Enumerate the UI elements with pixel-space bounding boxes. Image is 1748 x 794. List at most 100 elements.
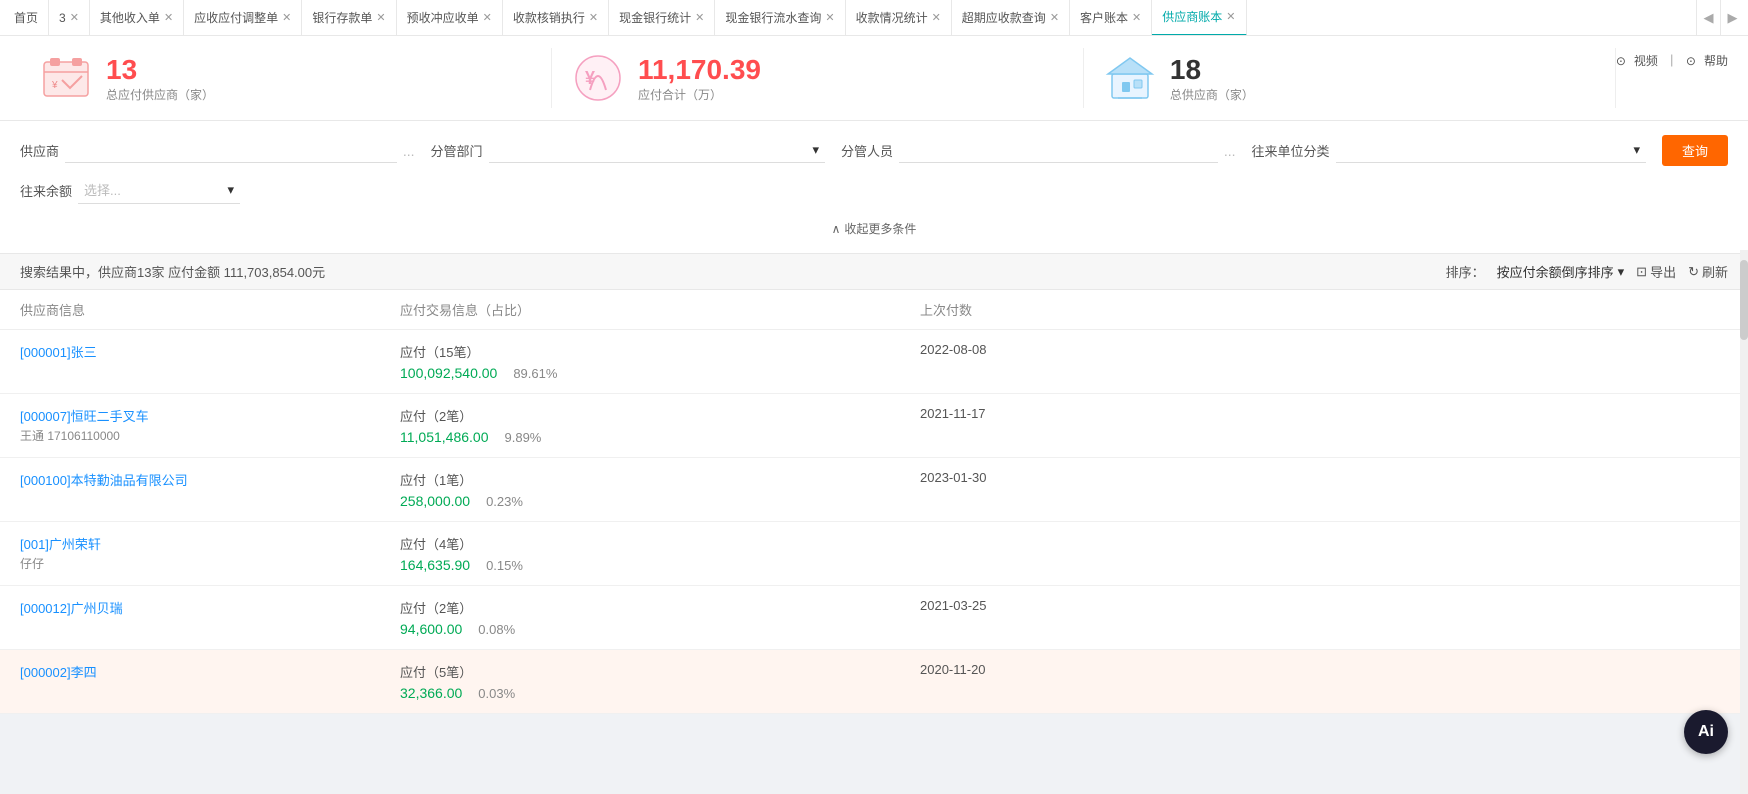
tab-cash-bank-stat[interactable]: 现金银行统计 ✕ — [609, 0, 715, 36]
tab-receipt-exec[interactable]: 收款核销执行 ✕ — [503, 0, 609, 36]
tab-supplier-ledger[interactable]: 供应商账本 ✕ — [1152, 0, 1246, 36]
tab-overdue-query[interactable]: 超期应收款查询 ✕ — [952, 0, 1070, 36]
row6-supplier-link[interactable]: [000002]李四 — [20, 665, 97, 680]
tab-other-income[interactable]: 其他收入单 ✕ — [90, 0, 184, 36]
row1-trans-label: 应付（15笔） — [400, 342, 920, 361]
tab-receipt-stat-close[interactable]: ✕ — [932, 11, 941, 24]
supplier-dots-icon[interactable]: ... — [403, 143, 415, 159]
table-row: [000100]本特勤油品有限公司 应付（1笔） 258,000.00 0.23… — [0, 458, 1748, 522]
row5-supplier-link[interactable]: [000012]广州贝瑞 — [20, 601, 123, 616]
refresh-button[interactable]: ↻ 刷新 — [1688, 262, 1728, 281]
tab-cash-bank-query-close[interactable]: ✕ — [825, 11, 834, 24]
card3-number: 18 — [1170, 53, 1254, 87]
person-dots-icon[interactable]: ... — [1224, 143, 1236, 159]
row5-trans-percent: 0.08% — [478, 622, 515, 637]
scrollbar-thumb[interactable] — [1740, 260, 1748, 340]
table-row: [000012]广州贝瑞 应付（2笔） 94,600.00 0.08% 2021… — [0, 586, 1748, 650]
row6-supplier: [000002]李四 — [20, 662, 400, 681]
video-icon: ⊙ — [1616, 54, 1626, 68]
row4-trans-label: 应付（4笔） — [400, 534, 920, 553]
row4-transaction: 应付（4笔） 164,635.90 0.15% — [400, 534, 920, 573]
export-button[interactable]: ⊡ 导出 — [1636, 262, 1676, 281]
tab-advance-ar-label: 预收冲应收单 — [407, 9, 479, 26]
row6-lastpay-date: 2020-11-20 — [920, 662, 986, 677]
refresh-label: 刷新 — [1702, 262, 1728, 281]
result-info: 搜索结果中，供应商13家 应付金额 111,703,854.00元 — [20, 262, 325, 281]
row2-trans-amount[interactable]: 11,051,486.00 — [400, 429, 489, 445]
tab-overdue-query-label: 超期应收款查询 — [962, 9, 1046, 26]
row2-supplier-sub: 王通 17106110000 — [20, 427, 400, 444]
tab-customer-ledger[interactable]: 客户账本 ✕ — [1070, 0, 1152, 36]
filter-dept: 分管部门 ▾ — [431, 138, 826, 163]
ai-assistant-button[interactable]: Ai — [1684, 710, 1728, 754]
row6-transaction: 应付（5笔） 32,366.00 0.03% — [400, 662, 920, 701]
table-row: [000007]恒旺二手叉车 王通 17106110000 应付（2笔） 11,… — [0, 394, 1748, 458]
tab-customer-ledger-close[interactable]: ✕ — [1132, 11, 1141, 24]
tab-overdue-query-close[interactable]: ✕ — [1050, 11, 1059, 24]
category-filter-label: 往来单位分类 — [1252, 141, 1330, 160]
row1-trans-amount[interactable]: 100,092,540.00 — [400, 365, 497, 381]
dept-chevron-icon: ▾ — [812, 142, 819, 158]
tab-ar-ap-adjust[interactable]: 应收应付调整单 ✕ — [184, 0, 302, 36]
person-filter-input[interactable] — [899, 139, 1218, 163]
nav-next-button[interactable]: ▶ — [1720, 0, 1744, 36]
sort-chevron-icon: ▾ — [1618, 264, 1625, 280]
balance-filter-label: 往来余额 — [20, 181, 72, 200]
tab-3[interactable]: 3 ✕ — [49, 0, 90, 36]
tab-advance-ar-close[interactable]: ✕ — [483, 11, 492, 24]
row4-supplier: [001]广州荣轩 仔仔 — [20, 534, 400, 572]
video-link[interactable]: 视频 — [1634, 52, 1658, 69]
filter-row-2: 往来余额 选择... ▾ — [20, 176, 240, 204]
row2-supplier-link[interactable]: [000007]恒旺二手叉车 — [20, 409, 149, 424]
help-link[interactable]: 帮助 — [1704, 52, 1728, 69]
tab-bank-deposit-close[interactable]: ✕ — [376, 11, 385, 24]
tab-receipt-stat[interactable]: 收款情况统计 ✕ — [846, 0, 952, 36]
row3-trans-row: 258,000.00 0.23% — [400, 493, 920, 509]
row5-trans-row: 94,600.00 0.08% — [400, 621, 920, 637]
query-button[interactable]: 查询 — [1662, 135, 1728, 166]
row5-lastpay: 2021-03-25 — [920, 598, 1728, 613]
top-navigation: 首页 3 ✕ 其他收入单 ✕ 应收应付调整单 ✕ 银行存款单 ✕ 预收冲应收单 … — [0, 0, 1748, 36]
balance-select-text: 选择... — [84, 180, 121, 199]
row4-trans-amount[interactable]: 164,635.90 — [400, 557, 470, 573]
tab-3-label: 3 — [59, 11, 66, 25]
sort-select[interactable]: 按应付余额倒序排序 ▾ — [1497, 262, 1625, 281]
person-filter-label: 分管人员 — [841, 141, 893, 160]
row3-supplier-link[interactable]: [000100]本特勤油品有限公司 — [20, 473, 188, 488]
row3-trans-amount[interactable]: 258,000.00 — [400, 493, 470, 509]
dept-filter-select[interactable]: ▾ — [489, 138, 825, 163]
card3-content: 18 总供应商（家） — [1170, 53, 1254, 104]
tab-home[interactable]: 首页 — [4, 0, 49, 36]
nav-prev-button[interactable]: ◀ — [1696, 0, 1720, 36]
tab-cash-bank-stat-close[interactable]: ✕ — [695, 11, 704, 24]
supplier-filter-input[interactable] — [65, 139, 397, 163]
row4-supplier-link[interactable]: [001]广州荣轩 — [20, 537, 101, 552]
collapse-button[interactable]: ∧ 收起更多条件 — [20, 214, 1728, 243]
category-filter-select[interactable]: ▾ — [1336, 138, 1646, 163]
row5-trans-amount[interactable]: 94,600.00 — [400, 621, 462, 637]
tab-cash-bank-query[interactable]: 现金银行流水查询 ✕ — [715, 0, 845, 36]
row6-trans-amount[interactable]: 32,366.00 — [400, 685, 462, 701]
tab-supplier-ledger-close[interactable]: ✕ — [1226, 10, 1235, 23]
tab-advance-ar[interactable]: 预收冲应收单 ✕ — [397, 0, 503, 36]
tab-other-income-close[interactable]: ✕ — [164, 11, 173, 24]
row1-trans-row: 100,092,540.00 89.61% — [400, 365, 920, 381]
tab-3-close[interactable]: ✕ — [70, 11, 79, 24]
card2-number: 11,170.39 — [638, 53, 761, 87]
row4-supplier-sub: 仔仔 — [20, 555, 400, 572]
tab-ar-ap-adjust-close[interactable]: ✕ — [282, 11, 291, 24]
top-right-links: ⊙ 视频 ｜ ⊙ 帮助 — [1616, 48, 1728, 69]
header-transaction: 应付交易信息（占比） — [400, 300, 920, 319]
tab-customer-ledger-label: 客户账本 — [1080, 9, 1128, 26]
balance-filter-select[interactable]: 选择... ▾ — [78, 176, 240, 204]
tab-bank-deposit[interactable]: 银行存款单 ✕ — [302, 0, 396, 36]
divider: ｜ — [1666, 52, 1678, 69]
filter-person: 分管人员 ... — [841, 139, 1236, 163]
row1-supplier: [000001]张三 — [20, 342, 400, 361]
card1-number: 13 — [106, 53, 214, 87]
row2-trans-row: 11,051,486.00 9.89% — [400, 429, 920, 445]
tab-receipt-exec-close[interactable]: ✕ — [589, 11, 598, 24]
row1-supplier-link[interactable]: [000001]张三 — [20, 345, 97, 360]
table-row: [000001]张三 应付（15笔） 100,092,540.00 89.61%… — [0, 330, 1748, 394]
row1-trans-percent: 89.61% — [513, 366, 557, 381]
